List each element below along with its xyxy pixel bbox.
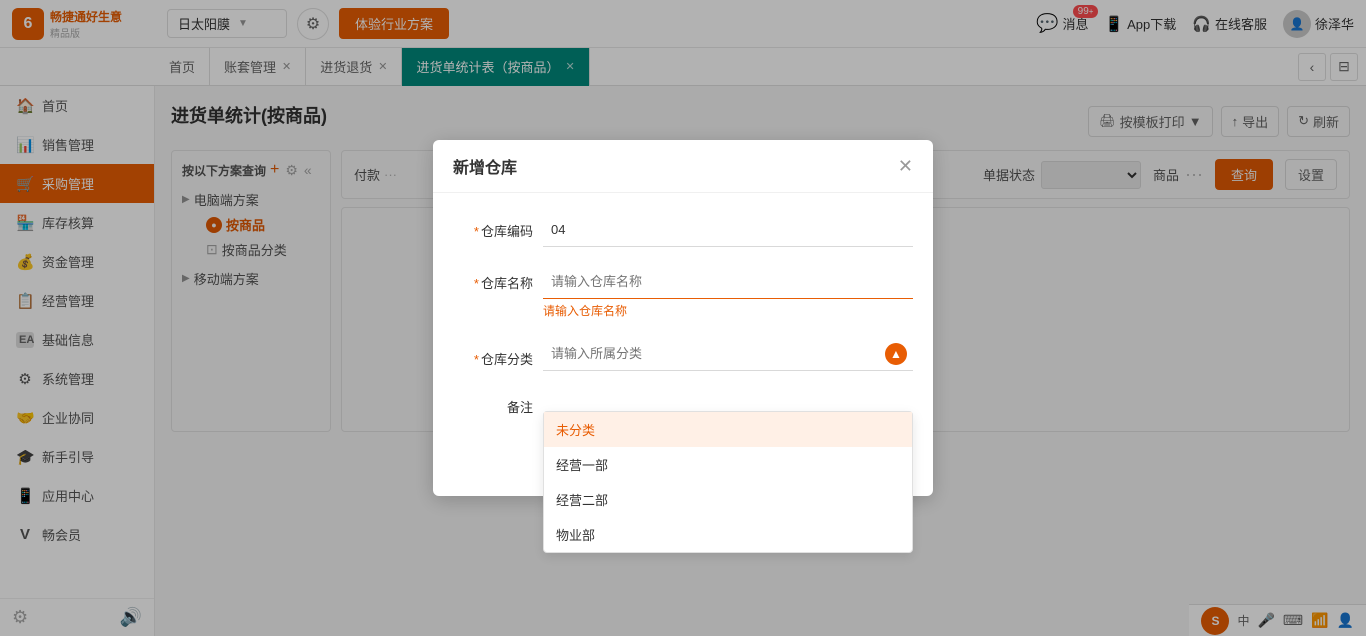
modal-body: 仓库编码 仓库名称 请输入仓库名称 仓库分类 ▲	[433, 193, 933, 437]
category-dropdown-icon[interactable]: ▲	[885, 343, 907, 365]
name-input[interactable]	[543, 265, 913, 299]
modal-header: 新增仓库 ✕	[433, 140, 933, 193]
form-row-code: 仓库编码	[453, 213, 913, 247]
modal-overlay[interactable]: 新增仓库 ✕ 仓库编码 仓库名称 请输入仓库名称	[0, 0, 1366, 636]
category-control: ▲	[543, 337, 913, 371]
dropdown-item-1[interactable]: 经营一部	[544, 447, 912, 482]
dropdown-item-0[interactable]: 未分类	[544, 412, 912, 447]
form-row-name: 仓库名称 请输入仓库名称	[453, 265, 913, 319]
name-label: 仓库名称	[453, 265, 543, 292]
dropdown-item-2[interactable]: 经营二部	[544, 482, 912, 517]
name-error-message: 请输入仓库名称	[543, 302, 913, 319]
code-label: 仓库编码	[453, 213, 543, 240]
note-label: 备注	[453, 389, 543, 416]
name-control: 请输入仓库名称	[543, 265, 913, 319]
dropdown-item-3[interactable]: 物业部	[544, 517, 912, 552]
category-label: 仓库分类	[453, 341, 543, 368]
modal-close-icon[interactable]: ✕	[898, 157, 913, 175]
add-warehouse-modal: 新增仓库 ✕ 仓库编码 仓库名称 请输入仓库名称	[433, 140, 933, 496]
code-input[interactable]	[543, 213, 913, 247]
form-row-category: 仓库分类 ▲ 未分类 经营一部 经营二部 物业部	[453, 337, 913, 371]
category-dropdown: 未分类 经营一部 经营二部 物业部	[543, 411, 913, 553]
code-control	[543, 213, 913, 247]
modal-title: 新增仓库	[453, 154, 517, 178]
category-input[interactable]	[543, 337, 913, 371]
